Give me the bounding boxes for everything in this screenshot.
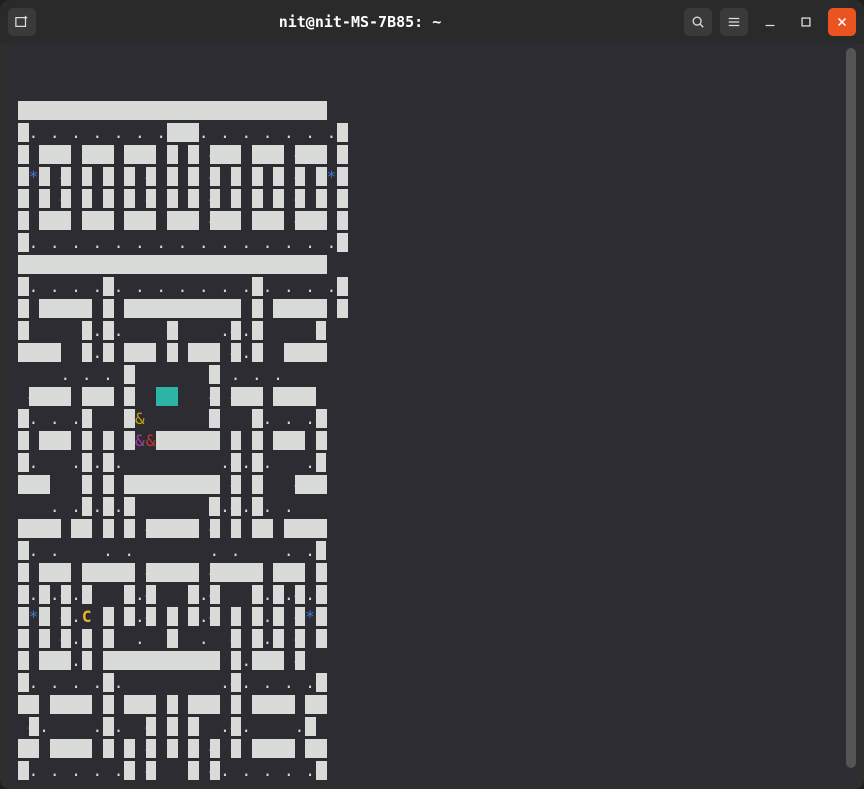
new-tab-icon	[15, 15, 29, 29]
search-button[interactable]	[684, 8, 712, 36]
menu-button[interactable]	[720, 8, 748, 36]
new-tab-button[interactable]	[8, 8, 36, 36]
game-maze: ############################# #. . . . .…	[18, 100, 348, 783]
terminal-window: nit@nit-MS-7B85: ~ #####################…	[0, 0, 864, 789]
maximize-icon	[799, 15, 813, 29]
maximize-button[interactable]	[792, 8, 820, 36]
hamburger-icon	[727, 15, 741, 29]
search-icon	[691, 15, 705, 29]
window-title: nit@nit-MS-7B85: ~	[36, 13, 684, 31]
close-button[interactable]	[828, 8, 856, 36]
terminal-output: ############################# #. . . . .…	[18, 56, 348, 783]
close-icon	[835, 15, 849, 29]
titlebar: nit@nit-MS-7B85: ~	[0, 0, 864, 44]
scrollbar[interactable]	[846, 48, 856, 768]
minimize-icon	[763, 15, 777, 29]
terminal-content[interactable]: ############################# #. . . . .…	[6, 44, 858, 783]
minimize-button[interactable]	[756, 8, 784, 36]
